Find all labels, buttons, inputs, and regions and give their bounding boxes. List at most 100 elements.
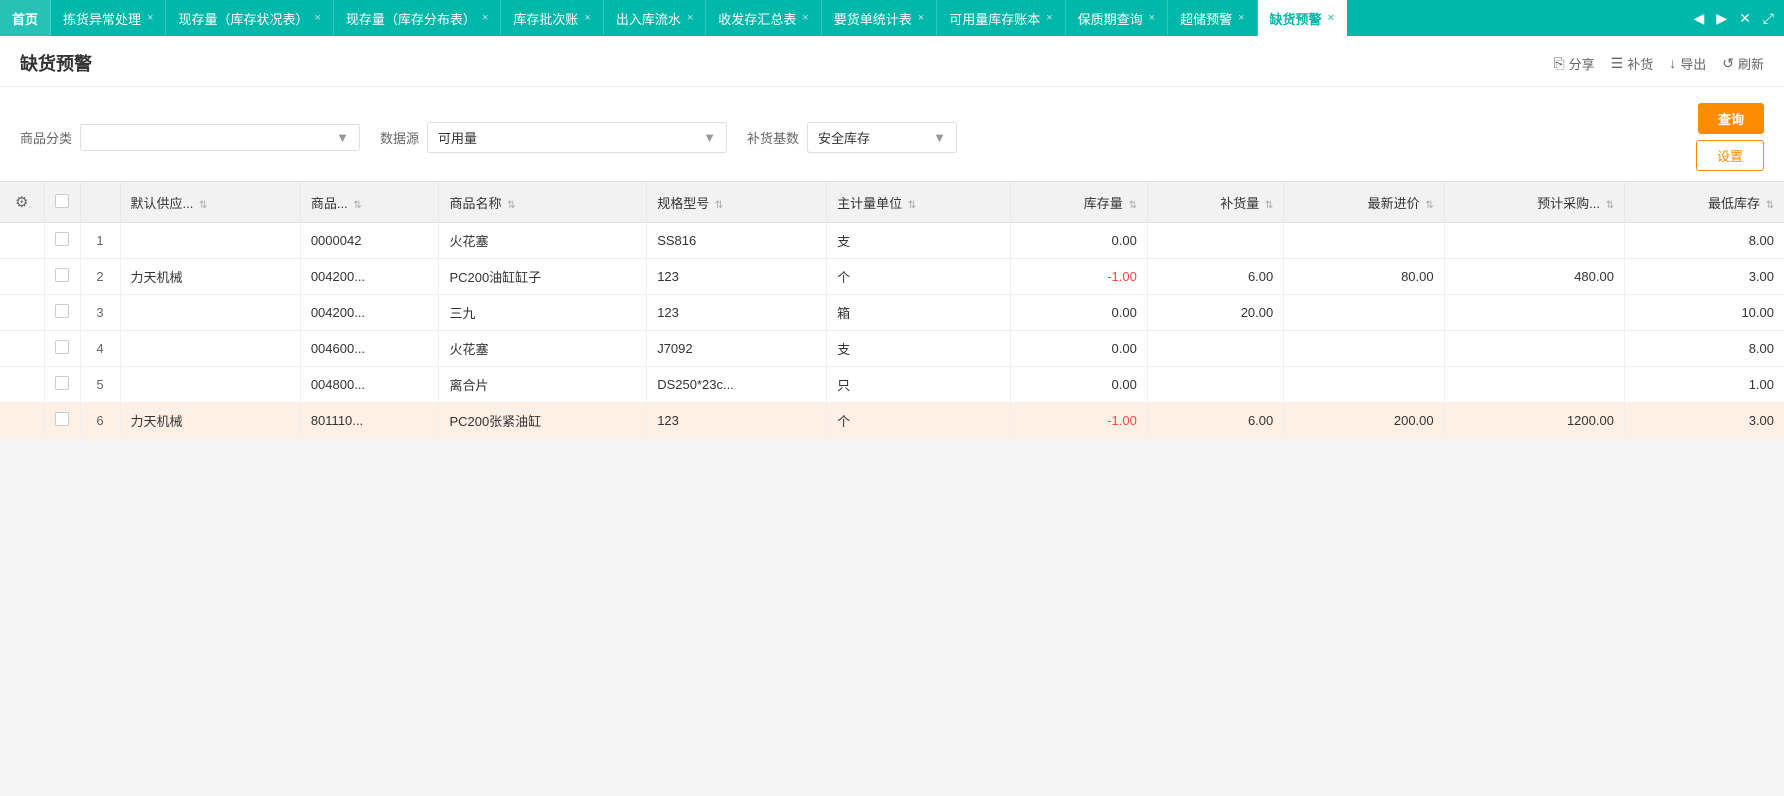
row-goods-code: 004600... bbox=[300, 331, 439, 367]
row-checkbox[interactable] bbox=[55, 304, 69, 318]
nav-tab-pick-error[interactable]: 拣货异常处理 × bbox=[51, 0, 166, 36]
data-table: ⚙ 默认供应... ⇅ 商品... ⇅ 商品名称 bbox=[0, 181, 1784, 439]
col-stock-header[interactable]: 库存量 ⇅ bbox=[1011, 182, 1147, 223]
col-est-purchase-header[interactable]: 预计采购... ⇅ bbox=[1444, 182, 1624, 223]
col-replenish-header[interactable]: 补货量 ⇅ bbox=[1147, 182, 1283, 223]
filter-group-basis: 补货基数 安全库存 ▼ bbox=[747, 122, 957, 153]
nav-tab-expiry-query[interactable]: 保质期查询 × bbox=[1066, 0, 1168, 36]
nav-tab-receive-sum[interactable]: 收发存汇总表 × bbox=[706, 0, 821, 36]
row-checkbox-cell bbox=[44, 403, 80, 439]
replenish-icon: ☰ bbox=[1611, 55, 1624, 72]
row-latest-price bbox=[1284, 223, 1444, 259]
query-button[interactable]: 查询 bbox=[1698, 103, 1764, 134]
col-unit-header[interactable]: 主计量单位 ⇅ bbox=[827, 182, 1011, 223]
filter-bar: 商品分类 ▼ 数据源 可用量 ▼ 补货基数 安全库存 ▼ 查询 设置 bbox=[0, 87, 1784, 181]
select-all-checkbox[interactable] bbox=[55, 194, 69, 208]
row-spec: J7092 bbox=[647, 331, 827, 367]
row-latest-price: 80.00 bbox=[1284, 259, 1444, 295]
row-replenish: 6.00 bbox=[1147, 403, 1283, 439]
row-checkbox[interactable] bbox=[55, 376, 69, 390]
row-est-purchase bbox=[1444, 223, 1624, 259]
row-goods-code: 004200... bbox=[300, 259, 439, 295]
table-row: 4 004600... 火花塞 J7092 支 0.00 8.00 bbox=[0, 331, 1784, 367]
close-icon[interactable]: × bbox=[584, 12, 590, 24]
refresh-button[interactable]: ↺ 刷新 bbox=[1722, 54, 1764, 73]
row-replenish bbox=[1147, 367, 1283, 403]
basis-select[interactable]: 安全库存 ▼ bbox=[807, 122, 957, 153]
nav-next-btn[interactable]: ▶ bbox=[1710, 7, 1733, 29]
nav-tab-inout-flow[interactable]: 出入库流水 × bbox=[604, 0, 706, 36]
row-checkbox-cell bbox=[44, 259, 80, 295]
close-icon[interactable]: × bbox=[482, 12, 488, 24]
col-goods-name-header[interactable]: 商品名称 ⇅ bbox=[439, 182, 647, 223]
nav-tab-order-stat[interactable]: 要货单统计表 × bbox=[822, 0, 937, 36]
row-checkbox[interactable] bbox=[55, 232, 69, 246]
close-icon[interactable]: × bbox=[1328, 12, 1334, 24]
sort-icon: ⇅ bbox=[1265, 200, 1273, 211]
nav-close-btn[interactable]: ✕ bbox=[1733, 7, 1757, 29]
col-checkbox bbox=[44, 182, 80, 223]
row-replenish: 6.00 bbox=[1147, 259, 1283, 295]
nav-tab-batch-account[interactable]: 库存批次账 × bbox=[501, 0, 603, 36]
nav-tab-home[interactable]: 首页 bbox=[0, 0, 51, 36]
close-icon[interactable]: × bbox=[802, 12, 808, 24]
close-icon[interactable]: × bbox=[918, 12, 924, 24]
row-stock: 0.00 bbox=[1011, 223, 1147, 259]
col-spec-header[interactable]: 规格型号 ⇅ bbox=[647, 182, 827, 223]
row-checkbox[interactable] bbox=[55, 340, 69, 354]
col-latest-price-header[interactable]: 最新进价 ⇅ bbox=[1284, 182, 1444, 223]
table-row: 6 力天机械 801110... PC200张紧油缸 123 个 -1.00 6… bbox=[0, 403, 1784, 439]
datasource-value: 可用量 bbox=[438, 128, 477, 147]
chevron-down-icon: ▼ bbox=[933, 130, 946, 145]
table-row: 3 004200... 三九 123 箱 0.00 20.00 10.00 bbox=[0, 295, 1784, 331]
nav-tab-overstock-warn[interactable]: 超储预警 × bbox=[1168, 0, 1257, 36]
basis-value: 安全库存 bbox=[818, 128, 870, 147]
sort-icon: ⇅ bbox=[715, 200, 723, 211]
nav-tab-shortage-warn[interactable]: 缺货预警 × bbox=[1258, 0, 1347, 36]
col-supplier-header[interactable]: 默认供应... ⇅ bbox=[120, 182, 300, 223]
row-supplier bbox=[120, 331, 300, 367]
row-spec: 123 bbox=[647, 295, 827, 331]
row-spec: 123 bbox=[647, 403, 827, 439]
settings-button[interactable]: 设置 bbox=[1696, 140, 1764, 171]
row-stock: -1.00 bbox=[1011, 259, 1147, 295]
row-spec: DS250*23c... bbox=[647, 367, 827, 403]
export-button[interactable]: ↓ 导出 bbox=[1669, 54, 1706, 73]
row-min-stock: 3.00 bbox=[1624, 259, 1784, 295]
row-goods-name: 三九 bbox=[439, 295, 647, 331]
row-checkbox[interactable] bbox=[55, 412, 69, 426]
row-goods-code: 004800... bbox=[300, 367, 439, 403]
close-icon[interactable]: × bbox=[1149, 12, 1155, 24]
replenish-button[interactable]: ☰ 补货 bbox=[1611, 54, 1654, 73]
close-icon[interactable]: × bbox=[1238, 12, 1244, 24]
sort-icon: ⇅ bbox=[1425, 200, 1433, 211]
row-est-purchase: 480.00 bbox=[1444, 259, 1624, 295]
close-icon[interactable]: × bbox=[1046, 12, 1052, 24]
nav-tab-stock-dist[interactable]: 现存量（库存分布表） × bbox=[334, 0, 501, 36]
chevron-down-icon: ▼ bbox=[703, 130, 716, 145]
filter-actions: 查询 设置 bbox=[1696, 103, 1764, 171]
datasource-select[interactable]: 可用量 ▼ bbox=[427, 122, 727, 153]
category-select[interactable]: ▼ bbox=[80, 124, 360, 151]
nav-prev-btn[interactable]: ◀ bbox=[1688, 7, 1711, 29]
close-icon[interactable]: × bbox=[147, 12, 153, 24]
nav-tab-stock-status[interactable]: 现存量（库存状况表） × bbox=[166, 0, 333, 36]
gear-button[interactable]: ⚙ bbox=[11, 191, 32, 213]
top-nav: 首页 拣货异常处理 × 现存量（库存状况表） × 现存量（库存分布表） × 库存… bbox=[0, 0, 1784, 36]
col-gear: ⚙ bbox=[0, 182, 44, 223]
row-latest-price bbox=[1284, 331, 1444, 367]
col-index-header bbox=[80, 182, 120, 223]
row-unit: 个 bbox=[827, 403, 1011, 439]
nav-expand-btn[interactable]: ⤢ bbox=[1757, 7, 1780, 29]
row-min-stock: 10.00 bbox=[1624, 295, 1784, 331]
close-icon[interactable]: × bbox=[687, 12, 693, 24]
col-goods-code-header[interactable]: 商品... ⇅ bbox=[300, 182, 439, 223]
col-min-stock-header[interactable]: 最低库存 ⇅ bbox=[1624, 182, 1784, 223]
row-stock: 0.00 bbox=[1011, 331, 1147, 367]
close-icon[interactable]: × bbox=[314, 12, 320, 24]
nav-tab-available-book[interactable]: 可用量库存账本 × bbox=[937, 0, 1065, 36]
row-index: 6 bbox=[80, 403, 120, 439]
main-content: 缺货预警 ⎘ 分享 ☰ 补货 ↓ 导出 ↺ 刷新 商品分类 bbox=[0, 36, 1784, 439]
share-button[interactable]: ⎘ 分享 bbox=[1553, 54, 1594, 73]
row-checkbox[interactable] bbox=[55, 268, 69, 282]
